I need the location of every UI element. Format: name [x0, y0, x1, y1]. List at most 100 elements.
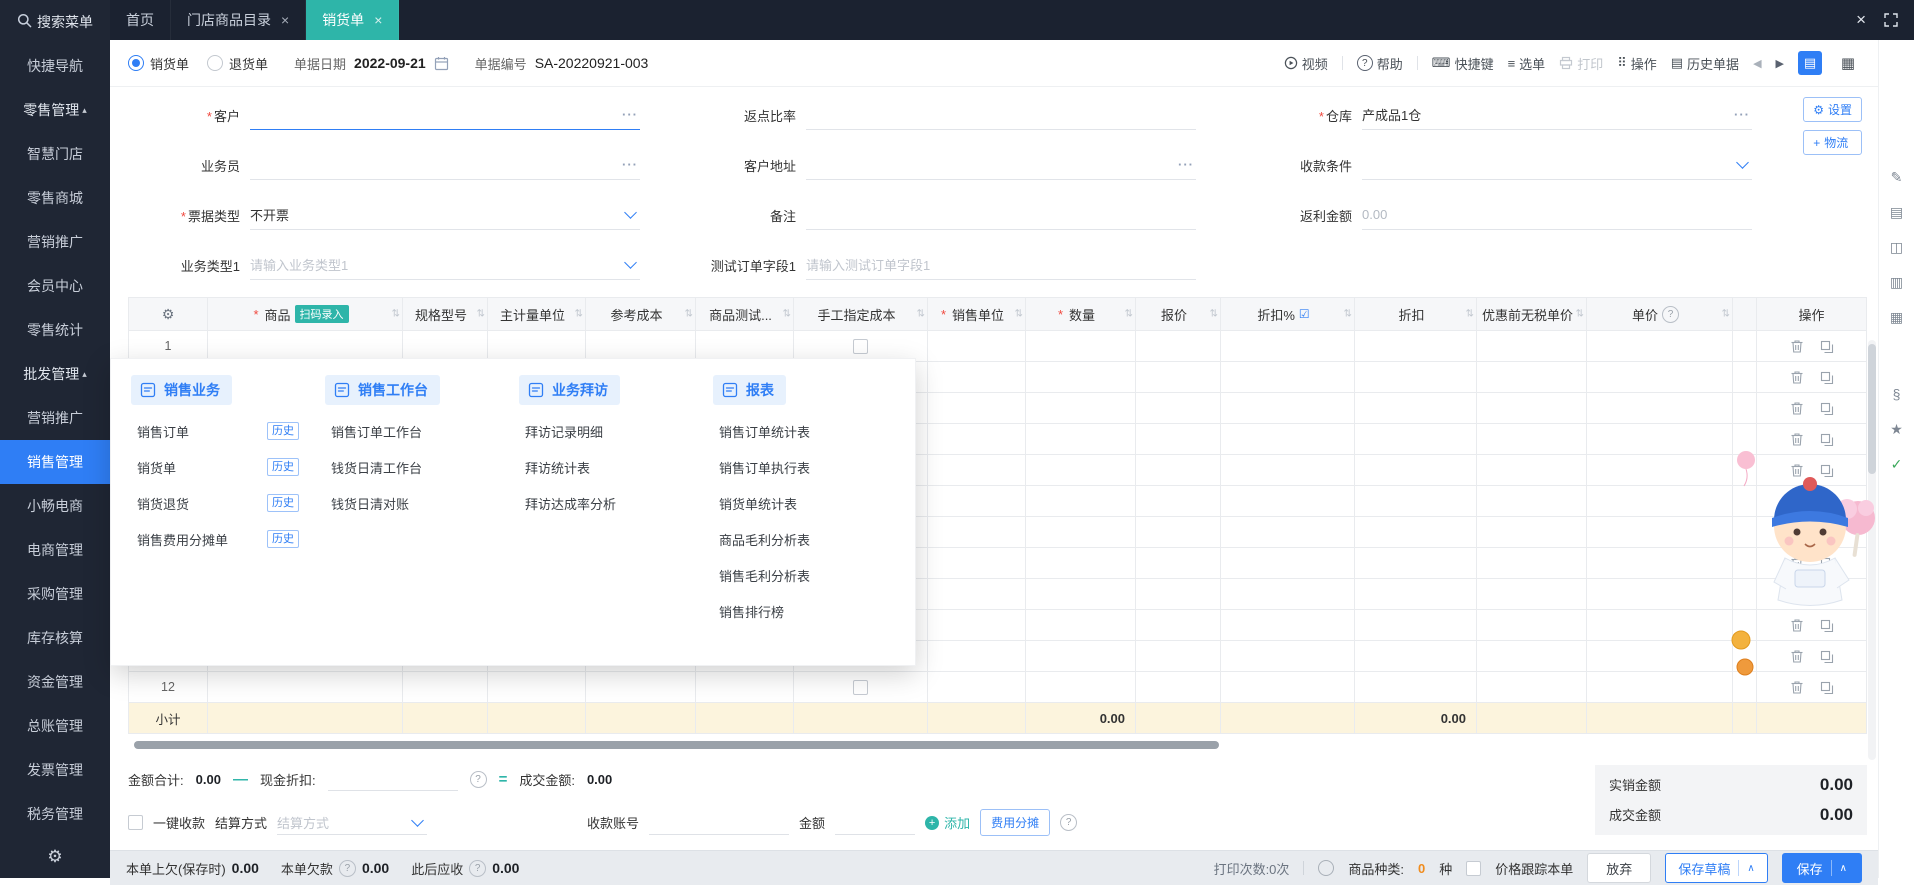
sidebar-item-tax-management[interactable]: 税务管理: [0, 792, 110, 836]
copy-row-icon[interactable]: [1820, 340, 1834, 354]
popup-menu-item[interactable]: 销货单 历史: [131, 449, 313, 485]
column-header-extra[interactable]: [1732, 297, 1757, 331]
cell-extra[interactable]: [1732, 392, 1757, 424]
cell-discount-percent[interactable]: [1220, 640, 1355, 672]
sidebar-search[interactable]: 搜索菜单: [0, 0, 110, 44]
cell-unit-price[interactable]: [1586, 330, 1733, 362]
cell-unit-price[interactable]: [1586, 454, 1733, 486]
cell-unit-price[interactable]: [1586, 640, 1733, 672]
cell-unit-price[interactable]: [1586, 516, 1733, 548]
discount-edit-icon[interactable]: ☑: [1299, 307, 1310, 321]
tab-store-product-catalog[interactable]: 门店商品目录 ×: [171, 0, 307, 40]
action-menu-select[interactable]: ≡ 选单: [1508, 54, 1546, 73]
settings-gear-icon[interactable]: ⚙: [47, 847, 62, 867]
cell-sales-unit[interactable]: [927, 454, 1026, 486]
chevron-down-icon[interactable]: [411, 813, 424, 827]
cell-extra[interactable]: [1732, 330, 1757, 362]
popup-menu-item[interactable]: 钱货日清对账: [325, 485, 507, 521]
sidebar-item-sales-management[interactable]: 销售管理: [0, 440, 110, 484]
history-tag[interactable]: 历史: [267, 494, 299, 512]
payment-terms-select[interactable]: [1362, 151, 1752, 180]
edit-note-icon[interactable]: ✎: [1886, 166, 1908, 188]
cell-discount-percent[interactable]: [1220, 392, 1355, 424]
cell-sales-unit[interactable]: [927, 640, 1026, 672]
cell-discount[interactable]: [1354, 609, 1477, 641]
account-input[interactable]: [649, 810, 790, 835]
popup-menu-item[interactable]: 拜访统计表: [519, 449, 701, 485]
cell-manual-cost[interactable]: [793, 330, 928, 362]
logistics-button[interactable]: + 物流: [1803, 130, 1862, 155]
cash-discount-input[interactable]: [327, 768, 458, 791]
cell-sales-unit[interactable]: [927, 671, 1026, 703]
sidebar-item-ecommerce-management[interactable]: 电商管理: [0, 528, 110, 572]
save-draft-button[interactable]: 保存草稿 ∧: [1665, 853, 1768, 883]
cell-sales-unit[interactable]: [927, 578, 1026, 610]
history-tag[interactable]: 历史: [267, 422, 299, 440]
popup-header-reports[interactable]: 报表: [713, 375, 786, 405]
cell-pre-tax-price[interactable]: [1476, 454, 1587, 486]
cell-discount-percent[interactable]: [1220, 516, 1355, 548]
cell-quote-price[interactable]: [1135, 361, 1221, 393]
sort-icon[interactable]: ⇅: [1344, 309, 1352, 320]
cell-discount[interactable]: [1354, 485, 1477, 517]
sort-icon[interactable]: ⇅: [575, 309, 583, 320]
cell-discount-percent[interactable]: [1220, 423, 1355, 455]
cell-pre-tax-price[interactable]: [1476, 640, 1587, 672]
cell-sales-unit[interactable]: [927, 361, 1026, 393]
cell-quantity[interactable]: [1025, 671, 1136, 703]
radio-sales-invoice[interactable]: 销货单: [128, 54, 189, 73]
cell-ref-cost[interactable]: [585, 330, 696, 362]
abandon-button[interactable]: 放弃: [1587, 853, 1652, 883]
cell-discount-percent[interactable]: [1220, 361, 1355, 393]
column-settings-header[interactable]: ⚙: [128, 297, 208, 331]
cell-discount-percent[interactable]: [1220, 671, 1355, 703]
test-order-field1-input[interactable]: 请输入测试订单字段1: [806, 251, 1196, 280]
cell-sales-unit[interactable]: [927, 609, 1026, 641]
copy-row-icon[interactable]: [1820, 402, 1834, 416]
cell-product[interactable]: [207, 330, 403, 362]
settlement-method-select[interactable]: 结算方式: [277, 810, 428, 835]
favorite-icon[interactable]: ★: [1886, 418, 1908, 440]
tab-sales-invoice[interactable]: 销货单 ×: [306, 0, 400, 40]
lookup-dots-icon[interactable]: ···: [1734, 107, 1752, 122]
sidebar-item-retail-mall[interactable]: 零售商城: [0, 176, 110, 220]
sort-icon[interactable]: ⇅: [1210, 309, 1218, 320]
one-click-collect-checkbox[interactable]: [128, 815, 143, 830]
cell-base-unit[interactable]: [487, 330, 586, 362]
scan-entry-badge[interactable]: 扫码录入: [294, 305, 349, 323]
cell-quote-price[interactable]: [1135, 640, 1221, 672]
cell-discount[interactable]: [1354, 361, 1477, 393]
cell-discount[interactable]: [1354, 671, 1477, 703]
action-help[interactable]: ? 帮助: [1356, 54, 1403, 73]
cell-quote-price[interactable]: [1135, 423, 1221, 455]
cell-quantity[interactable]: [1025, 547, 1136, 579]
cell-pre-tax-price[interactable]: [1476, 361, 1587, 393]
cell-sales-unit[interactable]: [927, 330, 1026, 362]
cell-discount[interactable]: [1354, 640, 1477, 672]
info-icon[interactable]: ?: [338, 859, 356, 877]
action-print[interactable]: 打印: [1559, 54, 1603, 73]
approval-icon[interactable]: ✓: [1886, 453, 1908, 475]
cell-pre-tax-price[interactable]: [1476, 547, 1587, 579]
cell-quantity[interactable]: [1025, 609, 1136, 641]
cell-quote-price[interactable]: [1135, 330, 1221, 362]
customer-address-input[interactable]: ···: [806, 151, 1196, 180]
sort-icon[interactable]: ⇅: [392, 309, 400, 320]
cell-discount[interactable]: [1354, 547, 1477, 579]
sidebar-item-retail-stats[interactable]: 零售统计: [0, 308, 110, 352]
cell-unit-price[interactable]: [1586, 361, 1733, 393]
view-mode-grid-button[interactable]: ▦: [1836, 51, 1860, 75]
view-mode-form-button[interactable]: ▤: [1798, 51, 1822, 75]
cell-pre-tax-price[interactable]: [1476, 392, 1587, 424]
sidebar-item-inventory-accounting[interactable]: 库存核算: [0, 616, 110, 660]
cell-discount[interactable]: [1354, 330, 1477, 362]
cell-discount[interactable]: [1354, 516, 1477, 548]
cell-ref-cost[interactable]: [585, 671, 696, 703]
cell-manual-cost[interactable]: [793, 671, 928, 703]
cell-pre-tax-price[interactable]: [1476, 671, 1587, 703]
sort-icon[interactable]: ⇅: [783, 309, 791, 320]
sidebar-item-purchase-management[interactable]: 采购管理: [0, 572, 110, 616]
popup-menu-item[interactable]: 商品毛利分析表: [713, 521, 895, 557]
history-tag[interactable]: 历史: [267, 458, 299, 476]
cell-discount-percent[interactable]: [1220, 330, 1355, 362]
